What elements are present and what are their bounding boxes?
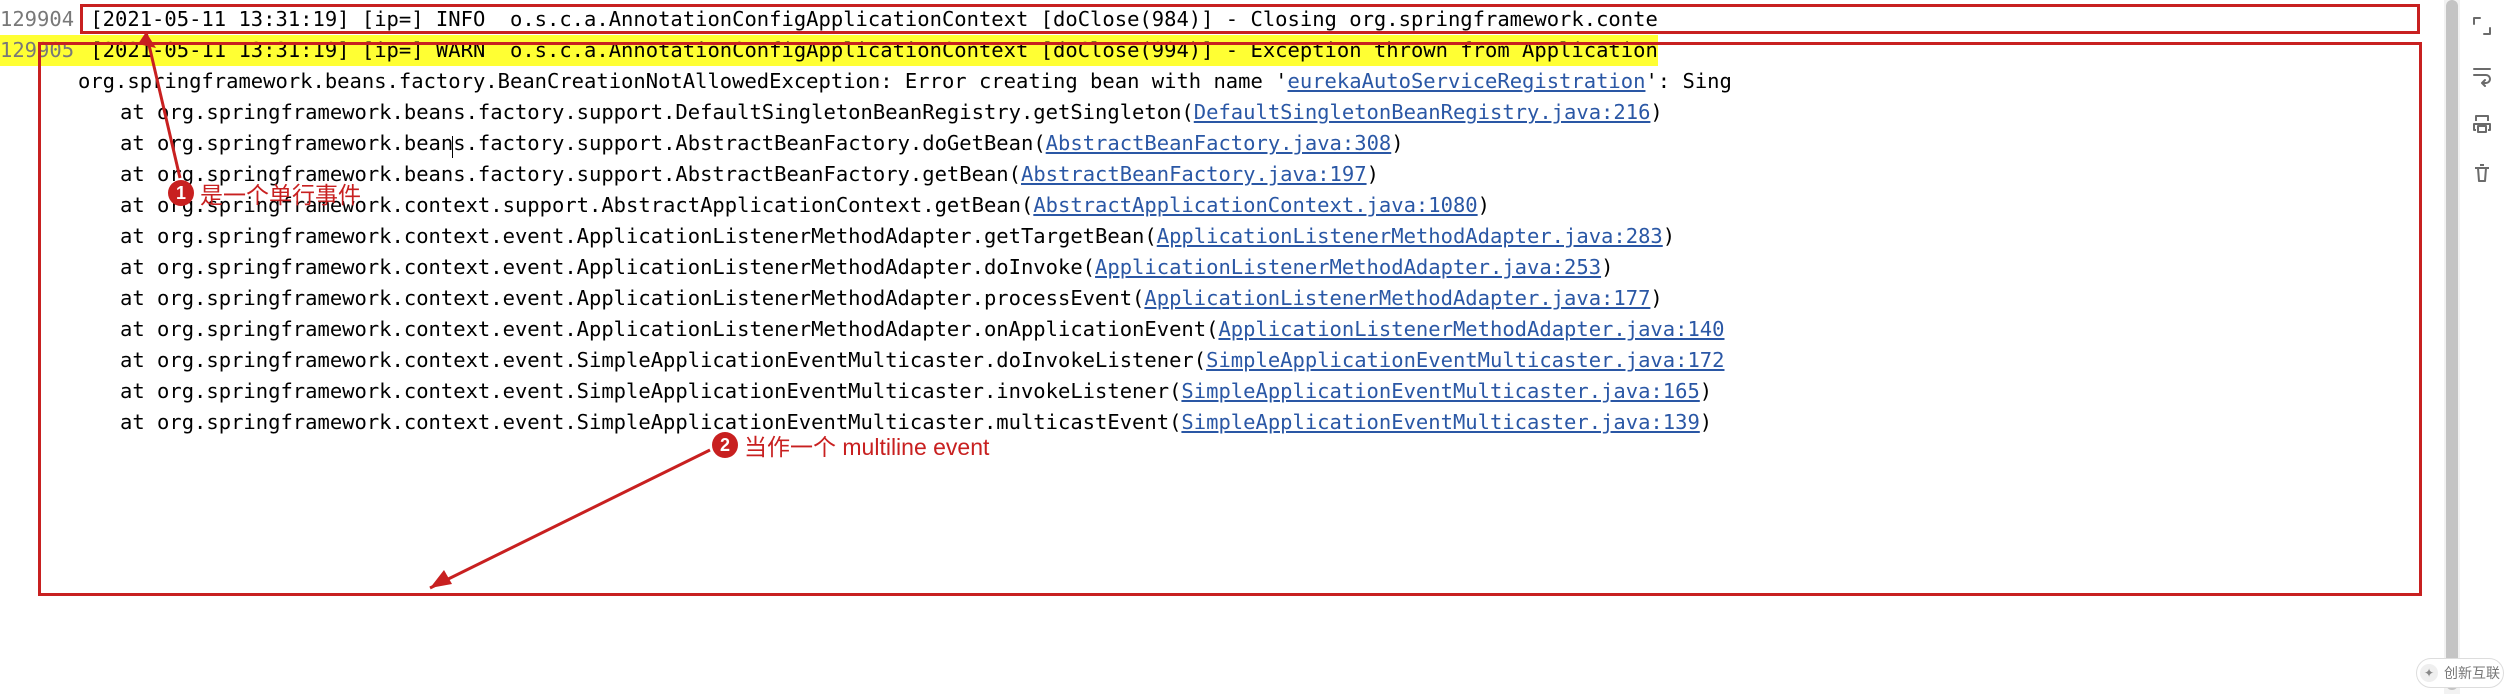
stack-frame: at org.springframework.context.event.App… (0, 252, 2440, 283)
annotation-badge: 2 (712, 432, 738, 458)
stack-frame: at org.springframework.beans.factory.sup… (0, 128, 2440, 159)
vertical-scrollbar[interactable] (2444, 0, 2460, 694)
trash-icon[interactable] (2470, 161, 2494, 194)
stack-frame: at org.springframework.context.event.App… (0, 221, 2440, 252)
source-link[interactable]: SimpleApplicationEventMulticaster.java:1… (1181, 376, 1699, 407)
print-icon[interactable] (2470, 112, 2494, 145)
source-link[interactable]: SimpleApplicationEventMulticaster.java:1… (1181, 407, 1699, 438)
source-link[interactable]: AbstractBeanFactory.java:308 (1046, 128, 1392, 159)
expand-icon[interactable] (2470, 14, 2494, 47)
annotation-badge: 1 (168, 180, 194, 206)
line-number: 129904 (0, 4, 78, 35)
scrollbar-thumb[interactable] (2446, 0, 2458, 690)
watermark: ✦创新互联 (2416, 658, 2504, 688)
source-link[interactable]: ApplicationListenerMethodAdapter.java:28… (1157, 221, 1663, 252)
log-line-highlighted: 129905 [2021-05-11 13:31:19] [ip=] WARN … (0, 35, 2440, 66)
stack-frame: at org.springframework.context.event.App… (0, 314, 2440, 345)
soft-wrap-icon[interactable] (2470, 63, 2494, 96)
source-link[interactable]: SimpleApplicationEventMulticaster.java:1… (1206, 345, 1724, 376)
source-link[interactable]: ApplicationListenerMethodAdapter.java:14… (1218, 314, 1724, 345)
source-link[interactable]: ApplicationListenerMethodAdapter.java:17… (1144, 283, 1650, 314)
log-viewport[interactable]: 129904 [2021-05-11 13:31:19] [ip=] INFO … (0, 4, 2510, 438)
source-link[interactable]: DefaultSingletonBeanRegistry.java:216 (1194, 97, 1651, 128)
source-link[interactable]: AbstractApplicationContext.java:1080 (1033, 190, 1477, 221)
log-line-wrap: org.springframework.beans.factory.BeanCr… (0, 66, 2440, 97)
stack-frame: at org.springframework.context.event.Sim… (0, 376, 2440, 407)
annotation-text: 当作一个 multiline event (744, 432, 989, 463)
stack-frame: at org.springframework.context.event.Sim… (0, 345, 2440, 376)
stack-frame: at org.springframework.beans.factory.sup… (0, 159, 2440, 190)
log-line: 129904 [2021-05-11 13:31:19] [ip=] INFO … (0, 4, 2440, 35)
source-link[interactable]: eurekaAutoServiceRegistration (1288, 66, 1646, 97)
stack-frame: at org.springframework.context.support.A… (0, 190, 2440, 221)
line-number: 129905 (0, 35, 78, 66)
source-link[interactable]: AbstractBeanFactory.java:197 (1021, 159, 1367, 190)
source-link[interactable]: ApplicationListenerMethodAdapter.java:25… (1095, 252, 1601, 283)
stack-frame: at org.springframework.context.event.Sim… (0, 407, 2440, 438)
annotation-text: 是一个单行事件 (200, 180, 361, 211)
stack-frame: at org.springframework.context.event.App… (0, 283, 2440, 314)
text-caret (452, 136, 453, 158)
stack-frame: at org.springframework.beans.factory.sup… (0, 97, 2440, 128)
